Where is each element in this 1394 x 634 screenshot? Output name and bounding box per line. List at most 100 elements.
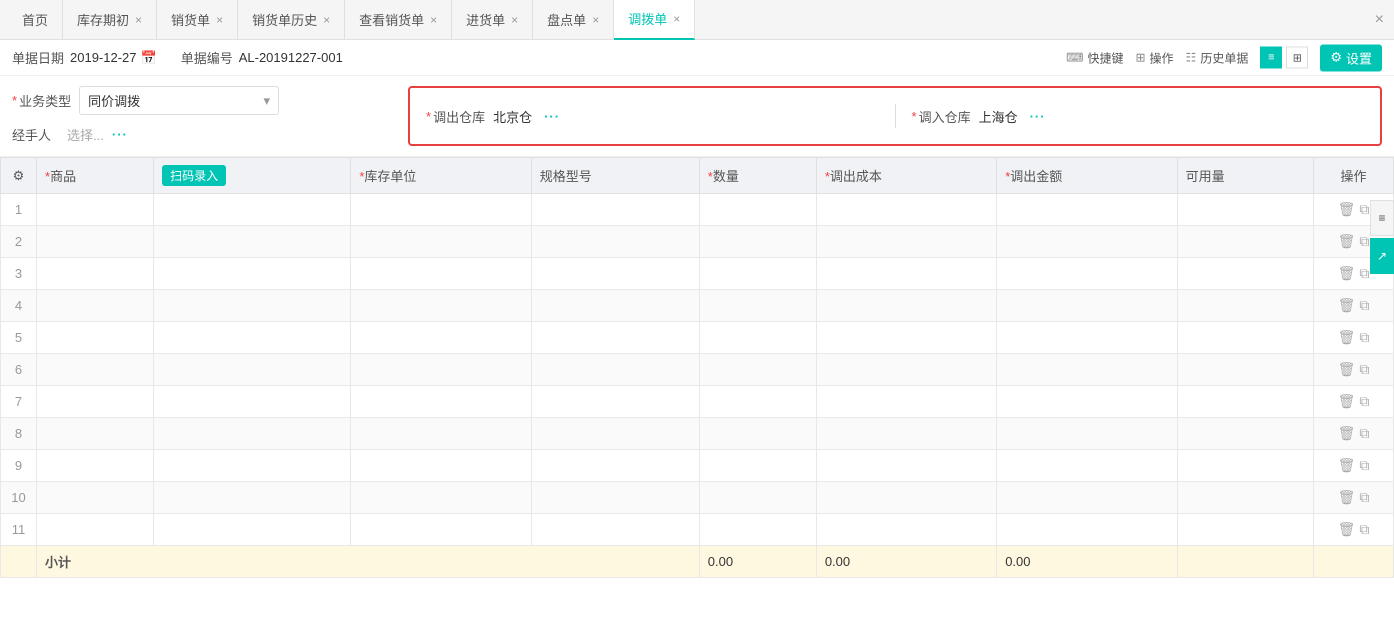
header-area: 单据日期 2019-12-27 📅 单据编号 AL-20191227-001 ⌨…	[0, 40, 1394, 76]
in-warehouse-label: * 调入仓库	[912, 107, 971, 126]
out-warehouse-value[interactable]: 北京仓	[493, 107, 532, 126]
copy-icon[interactable]: ⧉	[1359, 489, 1369, 505]
in-warehouse-value[interactable]: 上海仓	[979, 107, 1018, 126]
table-row: 1🗑⧉	[1, 194, 1394, 226]
business-type-value: 同价调拨	[88, 91, 140, 110]
copy-icon[interactable]: ⧉	[1359, 233, 1369, 249]
tab-view-sales-close[interactable]: ×	[430, 13, 437, 27]
delete-icon[interactable]: 🗑	[1338, 361, 1356, 377]
delete-icon[interactable]: 🗑	[1338, 329, 1356, 345]
delete-icon[interactable]: 🗑	[1338, 393, 1356, 409]
in-warehouse-field: * 调入仓库 上海仓 ···	[912, 107, 1365, 126]
history-action[interactable]: ☷ 历史单据	[1186, 49, 1249, 66]
out-warehouse-more-icon[interactable]: ···	[544, 109, 560, 124]
copy-icon[interactable]: ⧉	[1359, 393, 1369, 409]
tab-sales-history[interactable]: 销货单历史 ×	[238, 0, 345, 40]
tab-view-sales[interactable]: 查看销货单 ×	[345, 0, 452, 40]
history-label: 历史单据	[1200, 49, 1248, 66]
th-unit: *库存单位	[351, 158, 531, 194]
operation-icon: ⊞	[1135, 51, 1145, 65]
th-scan: 扫码录入	[154, 158, 351, 194]
main-table: ⚙ *商品 扫码录入 *库存单位 规格型号 *数量 *调出成本	[0, 157, 1394, 578]
tab-sales-order-close[interactable]: ×	[216, 13, 223, 27]
header-actions: ⌨ 快捷键 ⊞ 操作 ☷ 历史单据 ≡ ⊞ ⚙ 设置	[1066, 44, 1382, 71]
grid-view-btn[interactable]: ⊞	[1286, 47, 1308, 69]
shortcut-icon: ⌨	[1066, 51, 1083, 65]
table-row: 10🗑⧉	[1, 482, 1394, 514]
business-type-select[interactable]: 同价调拨 ▾	[79, 86, 279, 115]
tab-sales-order-label: 销货单	[171, 10, 210, 29]
tab-inventory-init-close[interactable]: ×	[135, 13, 142, 27]
delete-icon[interactable]: 🗑	[1338, 425, 1356, 441]
th-available: 可用量	[1177, 158, 1313, 194]
form-area: * 业务类型 同价调拨 ▾ 经手人 选择... ··· *	[0, 76, 1394, 157]
copy-icon[interactable]: ⧉	[1359, 425, 1369, 441]
subtotal-qty: 0.00	[708, 554, 733, 569]
business-type-row: * 业务类型 同价调拨 ▾	[12, 86, 392, 115]
copy-icon[interactable]: ⧉	[1359, 361, 1369, 377]
tab-inventory-check[interactable]: 盘点单 ×	[533, 0, 614, 40]
tab-sales-history-label: 销货单历史	[252, 10, 317, 29]
tab-inventory-init[interactable]: 库存期初 ×	[63, 0, 157, 40]
sidebar-export-btn[interactable]: ↗	[1370, 238, 1394, 274]
tab-home-label: 首页	[22, 10, 48, 29]
th-gear[interactable]: ⚙	[1, 158, 37, 194]
main-layout: 单据日期 2019-12-27 📅 单据编号 AL-20191227-001 ⌨…	[0, 40, 1394, 634]
delete-icon[interactable]: 🗑	[1338, 265, 1356, 281]
table-row: 4🗑⧉	[1, 290, 1394, 322]
operation-action[interactable]: ⊞ 操作	[1135, 49, 1173, 66]
table-row: 8🗑⧉	[1, 418, 1394, 450]
warehouse-divider	[895, 104, 896, 128]
tab-view-sales-label: 查看销货单	[359, 10, 424, 29]
number-value: AL-20191227-001	[239, 50, 343, 65]
subtotal-label: 小计	[45, 555, 71, 570]
copy-icon[interactable]: ⧉	[1359, 329, 1369, 345]
tab-inventory-check-label: 盘点单	[547, 10, 586, 29]
tab-bar: 首页 库存期初 × 销货单 × 销货单历史 × 查看销货单 × 进货单 × 盘点…	[0, 0, 1394, 40]
delete-icon[interactable]: 🗑	[1338, 521, 1356, 537]
number-label: 单据编号	[181, 48, 233, 67]
in-warehouse-more-icon[interactable]: ···	[1030, 109, 1046, 124]
scan-button[interactable]: 扫码录入	[162, 165, 226, 186]
copy-icon[interactable]: ⧉	[1359, 521, 1369, 537]
copy-icon[interactable]: ⧉	[1359, 457, 1369, 473]
tab-transfer-order[interactable]: 调拨单 ×	[614, 0, 695, 40]
out-warehouse-field: * 调出仓库 北京仓 ···	[426, 107, 879, 126]
copy-icon[interactable]: ⧉	[1359, 201, 1369, 217]
calendar-icon[interactable]: 📅	[141, 50, 157, 66]
handler-more-icon[interactable]: ···	[112, 127, 128, 142]
tab-inventory-init-label: 库存期初	[77, 10, 129, 29]
date-label: 单据日期	[12, 48, 64, 67]
view-icons: ≡ ⊞	[1260, 47, 1308, 69]
delete-icon[interactable]: 🗑	[1338, 457, 1356, 473]
settings-gear-icon: ⚙	[1330, 50, 1342, 66]
tab-transfer-order-close[interactable]: ×	[673, 12, 680, 26]
delete-icon[interactable]: 🗑	[1338, 233, 1356, 249]
delete-icon[interactable]: 🗑	[1338, 489, 1356, 505]
tab-sales-order[interactable]: 销货单 ×	[157, 0, 238, 40]
chevron-down-icon: ▾	[264, 93, 271, 109]
delete-icon[interactable]: 🗑	[1338, 201, 1356, 217]
sidebar-list-btn[interactable]: ≡	[1370, 200, 1394, 236]
list-view-btn[interactable]: ≡	[1260, 47, 1282, 69]
th-amount: *调出金额	[997, 158, 1177, 194]
th-product: *商品	[37, 158, 154, 194]
table-row: 3🗑⧉	[1, 258, 1394, 290]
th-qty: *数量	[699, 158, 816, 194]
copy-icon[interactable]: ⧉	[1359, 297, 1369, 313]
delete-icon[interactable]: 🗑	[1338, 297, 1356, 313]
tab-home[interactable]: 首页	[8, 0, 63, 40]
tab-purchase-order-close[interactable]: ×	[511, 13, 518, 27]
handler-input[interactable]: 选择...	[67, 125, 104, 144]
number-field: 单据编号 AL-20191227-001	[181, 48, 343, 67]
history-icon: ☷	[1186, 51, 1197, 65]
tab-transfer-order-label: 调拨单	[628, 9, 667, 28]
table-row: 11🗑⧉	[1, 514, 1394, 546]
tab-sales-history-close[interactable]: ×	[323, 13, 330, 27]
copy-icon[interactable]: ⧉	[1359, 265, 1369, 281]
shortcut-action[interactable]: ⌨ 快捷键	[1066, 49, 1123, 66]
tab-inventory-check-close[interactable]: ×	[592, 13, 599, 27]
tab-purchase-order[interactable]: 进货单 ×	[452, 0, 533, 40]
warehouse-box: * 调出仓库 北京仓 ··· * 调入仓库 上海仓 ···	[408, 86, 1382, 146]
business-type-label: * 业务类型	[12, 91, 71, 110]
